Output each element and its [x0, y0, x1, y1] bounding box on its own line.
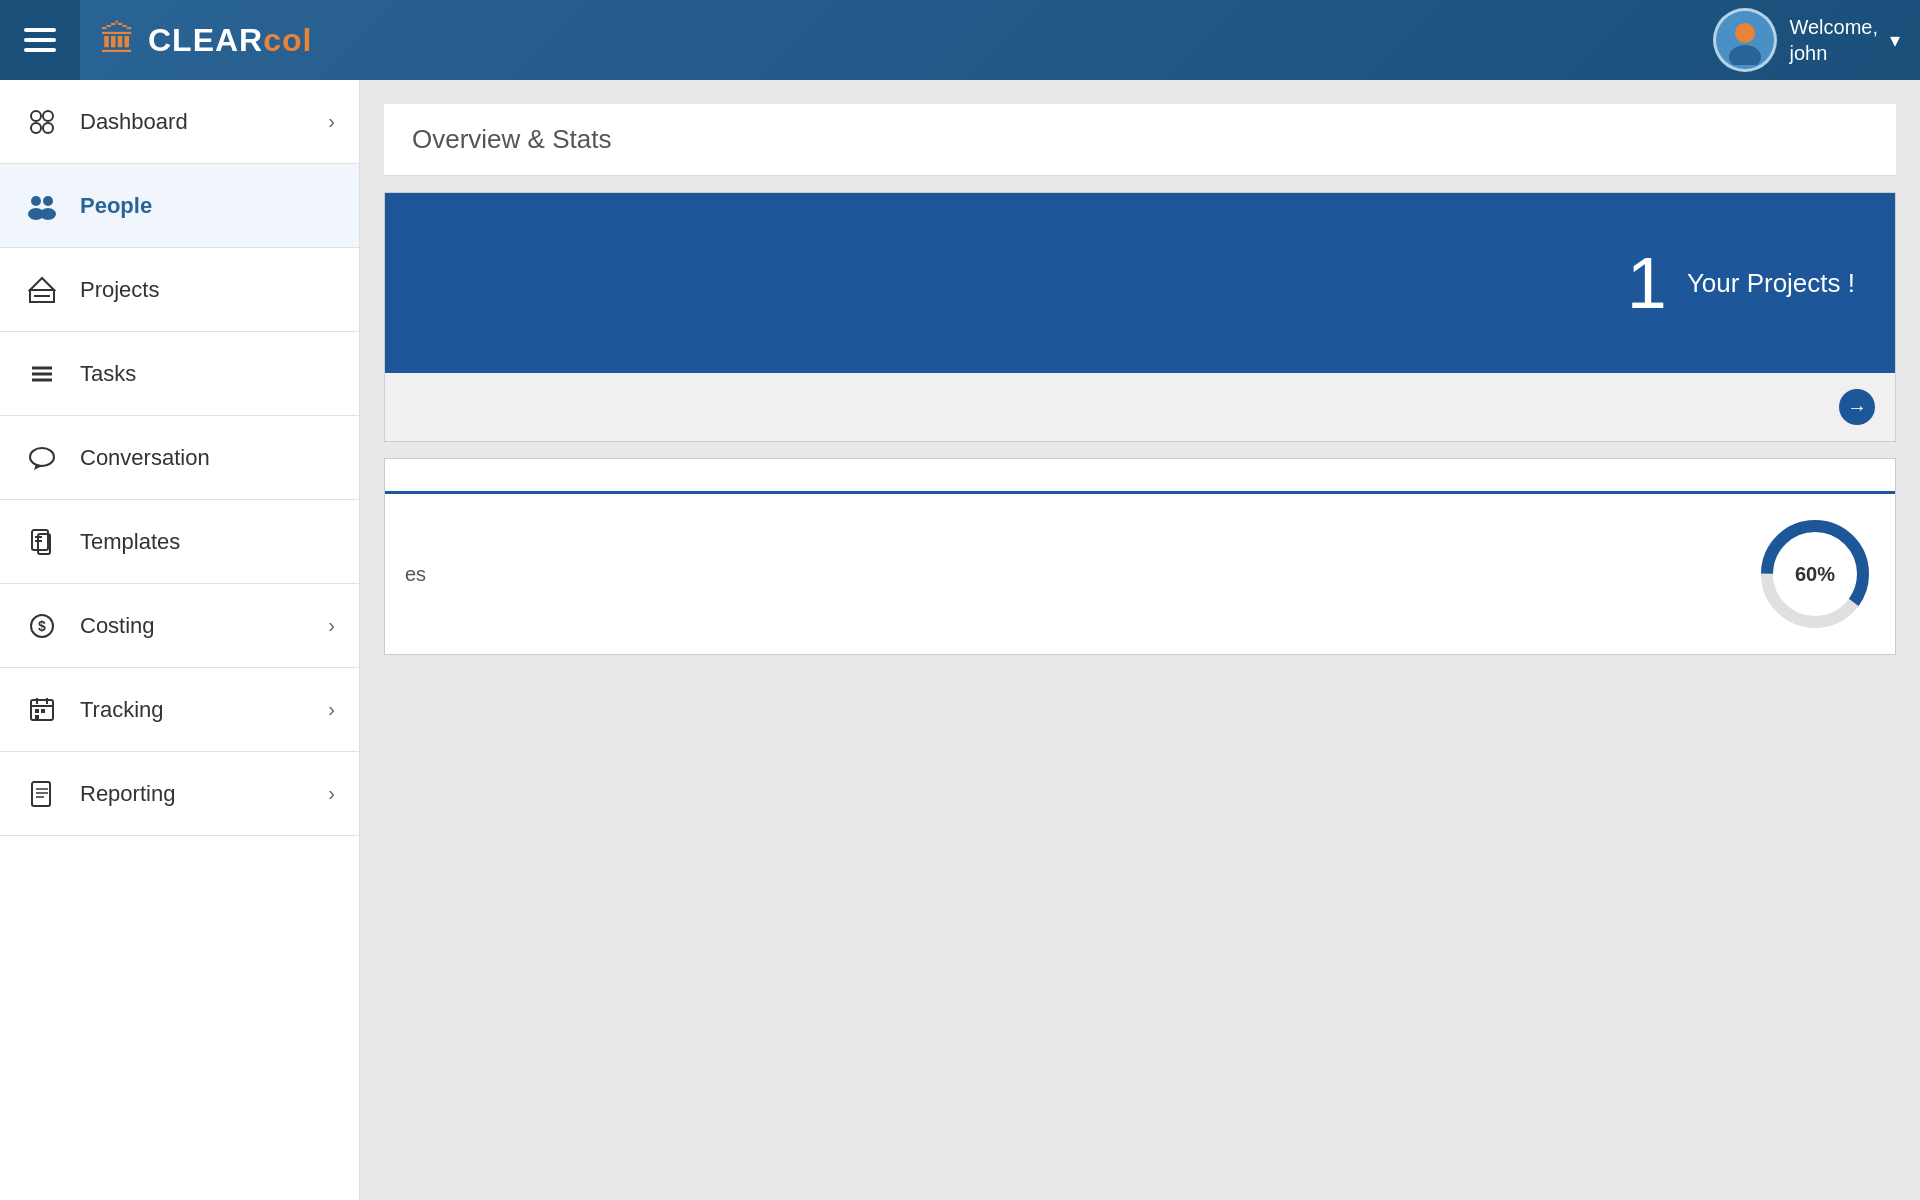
stats-label: es [405, 563, 1735, 586]
user-name: john [1789, 40, 1878, 66]
svg-rect-31 [32, 782, 50, 806]
svg-point-4 [31, 123, 41, 133]
projects-icon [24, 272, 60, 308]
reporting-label: Reporting [80, 781, 308, 807]
projects-label: Projects [80, 277, 335, 303]
svg-point-16 [30, 448, 54, 466]
dashboard-icon [24, 104, 60, 140]
sidebar-item-templates[interactable]: Templates [0, 500, 359, 584]
costing-chevron-icon: › [328, 614, 335, 637]
logo-text: CLEARcol [148, 22, 312, 59]
conversation-label: Conversation [80, 445, 335, 471]
templates-icon [24, 524, 60, 560]
sidebar-item-projects[interactable]: Projects [0, 248, 359, 332]
templates-label: Templates [80, 529, 335, 555]
hamburger-line-2 [24, 38, 56, 42]
logo-building-icon: 🏛 [100, 19, 136, 61]
tracking-label: Tracking [80, 697, 308, 723]
header-right: Welcome, john ▾ [1713, 8, 1920, 72]
projects-label: Your Projects ! [1687, 268, 1855, 299]
svg-point-3 [43, 111, 53, 121]
welcome-label: Welcome, [1789, 14, 1878, 40]
svg-marker-11 [30, 278, 54, 290]
tasks-label: Tasks [80, 361, 335, 387]
donut-label: 60% [1795, 563, 1835, 586]
stats-header [385, 459, 1895, 494]
people-icon [24, 188, 60, 224]
tracking-icon [24, 692, 60, 728]
stats-section: es 60% [384, 458, 1896, 655]
donut-chart: 60% [1755, 514, 1875, 634]
costing-icon: $ [24, 608, 60, 644]
projects-card-container: 1 Your Projects ! → [384, 192, 1896, 442]
svg-point-2 [31, 111, 41, 121]
svg-point-6 [31, 196, 41, 206]
sidebar-item-dashboard[interactable]: Dashboard › [0, 80, 359, 164]
conversation-icon [24, 440, 60, 476]
app-header: 🏛 CLEARcol Welcome, john ▾ [0, 0, 1920, 80]
projects-count: 1 [1627, 247, 1667, 319]
svg-point-5 [43, 123, 53, 133]
sidebar-item-reporting[interactable]: Reporting › [0, 752, 359, 836]
stats-body: es 60% [385, 494, 1895, 654]
people-label: People [80, 193, 335, 219]
svg-text:$: $ [38, 618, 46, 634]
svg-rect-30 [35, 715, 39, 719]
sidebar-item-tasks[interactable]: Tasks [0, 332, 359, 416]
projects-card-footer: → [385, 373, 1895, 441]
user-avatar [1713, 8, 1777, 72]
sidebar-item-costing[interactable]: $ Costing › [0, 584, 359, 668]
projects-arrow-button[interactable]: → [1839, 389, 1875, 425]
sidebar-item-conversation[interactable]: Conversation [0, 416, 359, 500]
tasks-icon [24, 356, 60, 392]
hamburger-line-3 [24, 48, 56, 52]
sidebar: Dashboard › People Projects [0, 80, 360, 1200]
svg-point-1 [1729, 45, 1761, 65]
projects-card: 1 Your Projects ! [385, 193, 1895, 373]
page-header: Overview & Stats [384, 104, 1896, 176]
svg-rect-28 [35, 709, 39, 713]
costing-label: Costing [80, 613, 308, 639]
hamburger-line-1 [24, 28, 56, 32]
tracking-chevron-icon: › [328, 698, 335, 721]
logo-clear: CLEAR [148, 22, 263, 58]
logo-col: col [263, 22, 312, 58]
svg-point-8 [43, 196, 53, 206]
main-content: Overview & Stats 1 Your Projects ! → es … [360, 80, 1920, 1200]
sidebar-item-tracking[interactable]: Tracking › [0, 668, 359, 752]
welcome-text: Welcome, john [1789, 14, 1878, 66]
svg-point-9 [40, 208, 56, 220]
dashboard-chevron-icon: › [328, 110, 335, 133]
logo-area: 🏛 CLEARcol [80, 19, 332, 61]
header-left: 🏛 CLEARcol [0, 0, 332, 80]
svg-rect-29 [41, 709, 45, 713]
svg-point-0 [1735, 23, 1755, 43]
user-dropdown-button[interactable]: ▾ [1890, 28, 1900, 52]
sidebar-item-people[interactable]: People [0, 164, 359, 248]
reporting-icon [24, 776, 60, 812]
dashboard-label: Dashboard [80, 109, 308, 135]
menu-toggle-button[interactable] [0, 0, 80, 80]
page-title: Overview & Stats [412, 124, 1868, 155]
reporting-chevron-icon: › [328, 782, 335, 805]
